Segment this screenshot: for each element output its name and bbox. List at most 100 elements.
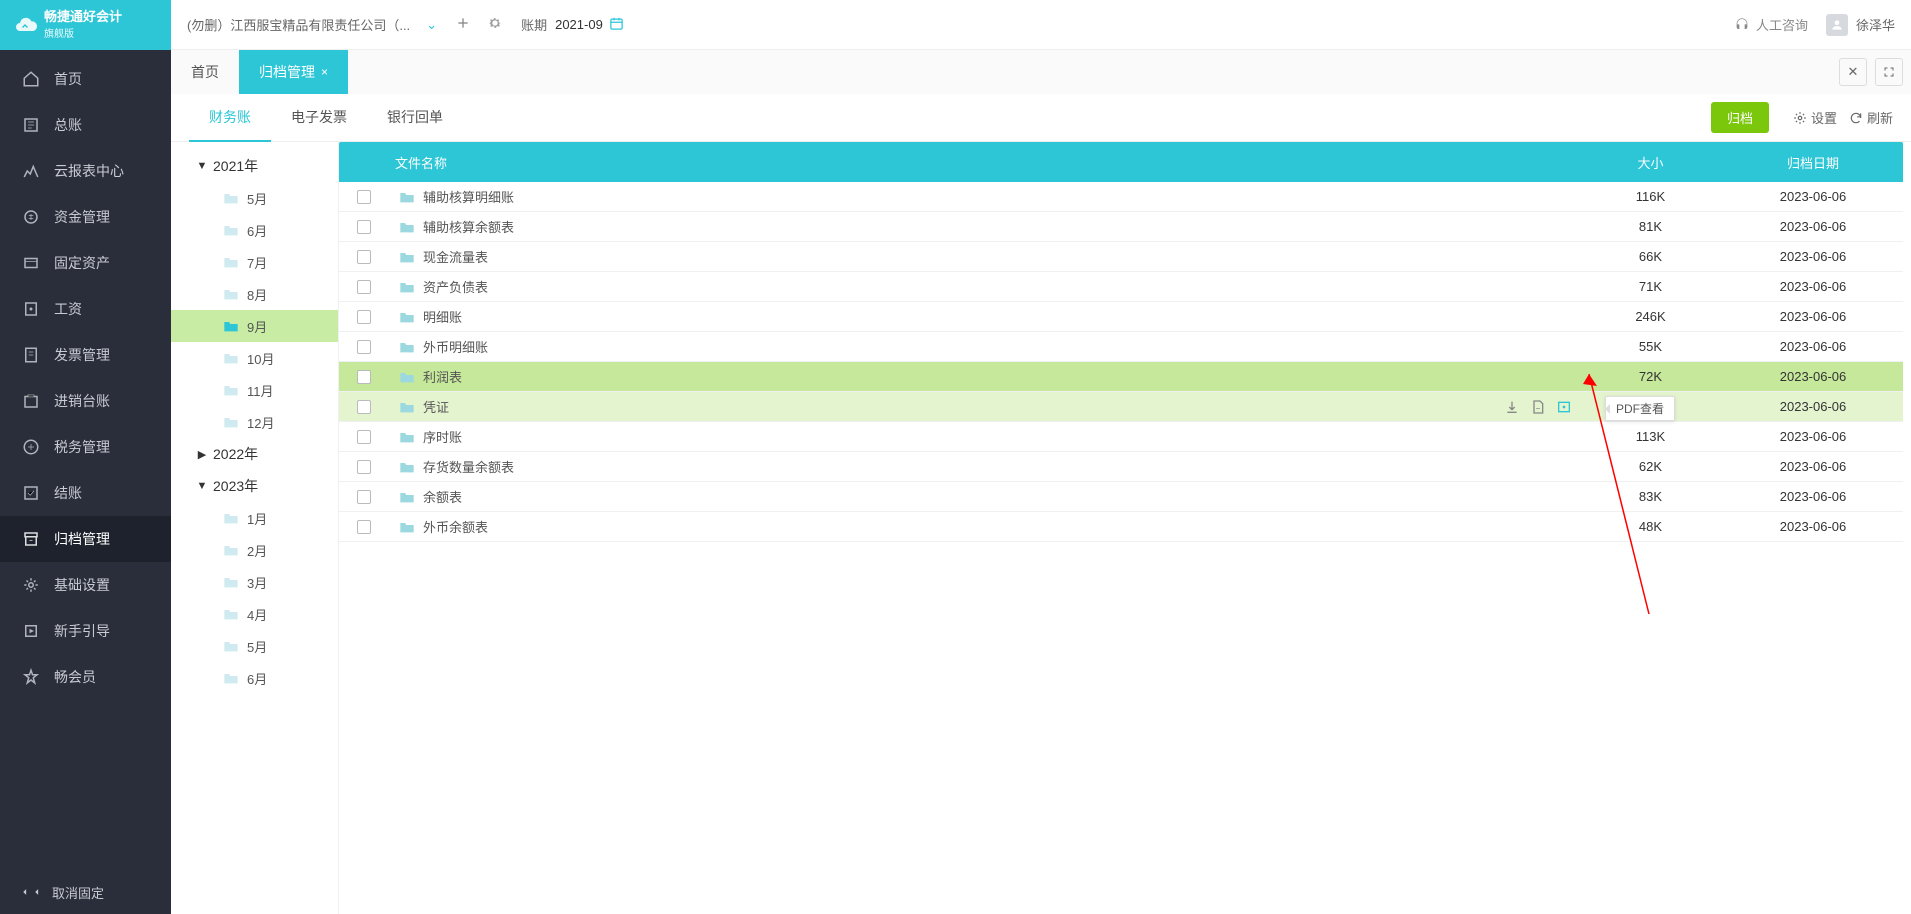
row-checkbox[interactable] (357, 310, 371, 324)
table-row[interactable]: 外币明细账55K2023-06-06 (339, 332, 1903, 362)
table-row[interactable]: 辅助核算明细账116K2023-06-06 (339, 182, 1903, 212)
gear-icon[interactable] (487, 15, 503, 34)
folder-icon (223, 511, 239, 525)
company-selector[interactable]: (勿删）江西服宝精品有限责任公司（... (187, 15, 410, 34)
tree-month[interactable]: 7月 (171, 246, 338, 278)
support-link[interactable]: 人工咨询 (1734, 15, 1808, 34)
view-icon[interactable] (1555, 398, 1573, 416)
row-checkbox[interactable] (357, 220, 371, 234)
row-checkbox[interactable] (357, 520, 371, 534)
member-icon (22, 668, 40, 686)
row-checkbox[interactable] (357, 370, 371, 384)
nav-item-home[interactable]: 首页 (0, 56, 171, 102)
nav-item-archive[interactable]: 归档管理 (0, 516, 171, 562)
table-row[interactable]: 辅助核算余额表81K2023-06-06 (339, 212, 1903, 242)
tree-month[interactable]: 5月 (171, 630, 338, 662)
sub-tab-bank[interactable]: 银行回单 (367, 94, 463, 142)
period-value[interactable]: 2021-09 (555, 17, 603, 32)
table-row[interactable]: 资产负债表71K2023-06-06 (339, 272, 1903, 302)
nav-item-salary[interactable]: 工资 (0, 286, 171, 332)
tree-year[interactable]: ▼2021年 (171, 150, 338, 182)
nav-item-cloud-report[interactable]: 云报表中心 (0, 148, 171, 194)
chevron-down-icon[interactable]: ⌄ (426, 17, 437, 33)
nav-item-settings[interactable]: 基础设置 (0, 562, 171, 608)
nav-label: 资金管理 (54, 207, 110, 227)
file-size: 48K (1578, 519, 1723, 534)
table-row[interactable]: 现金流量表66K2023-06-06 (339, 242, 1903, 272)
folder-icon (223, 671, 239, 685)
nav-item-member[interactable]: 畅会员 (0, 654, 171, 700)
tree-month[interactable]: 1月 (171, 502, 338, 534)
nav-label: 结账 (54, 483, 82, 503)
close-icon[interactable]: × (321, 65, 328, 79)
year-tree: ▼2021年5月6月7月8月9月10月11月12月▶2022年▼2023年1月2… (171, 142, 339, 914)
table-row[interactable]: 存货数量余额表62K2023-06-06 (339, 452, 1903, 482)
tree-month[interactable]: 6月 (171, 214, 338, 246)
nav-item-tax[interactable]: 税务管理 (0, 424, 171, 470)
tree-year[interactable]: ▶2022年 (171, 438, 338, 470)
tree-month[interactable]: 6月 (171, 662, 338, 694)
nav-item-asset[interactable]: 固定资产 (0, 240, 171, 286)
unpin-button[interactable]: 取消固定 (0, 870, 171, 914)
table-row[interactable]: 明细账246K2023-06-06 (339, 302, 1903, 332)
tree-month[interactable]: 10月 (171, 342, 338, 374)
row-checkbox[interactable] (357, 190, 371, 204)
caret-right-icon: ▶ (195, 448, 209, 461)
tree-month[interactable]: 8月 (171, 278, 338, 310)
nav-label: 发票管理 (54, 345, 110, 365)
pdf-icon[interactable] (1529, 398, 1547, 416)
brand-edition: 旗舰版 (44, 25, 122, 40)
table-row[interactable]: 利润表72K2023-06-06 (339, 362, 1903, 392)
table-row[interactable]: 余额表83K2023-06-06 (339, 482, 1903, 512)
month-label: 11月 (247, 381, 274, 400)
nav-item-fund[interactable]: 资金管理 (0, 194, 171, 240)
table-row[interactable]: 凭证53K2023-06-06PDF查看 (339, 392, 1903, 422)
sub-tab-einv[interactable]: 电子发票 (271, 94, 367, 142)
year-label: 2023年 (213, 476, 258, 496)
table-row[interactable]: 序时账113K2023-06-06 (339, 422, 1903, 452)
file-table: 文件名称 大小 归档日期 辅助核算明细账116K2023-06-06辅助核算余额… (339, 142, 1911, 914)
file-date: 2023-06-06 (1723, 489, 1903, 504)
page-tab-home[interactable]: 首页 (171, 50, 239, 94)
row-checkbox[interactable] (357, 490, 371, 504)
fullscreen-button[interactable] (1875, 58, 1903, 86)
asset-icon (22, 254, 40, 272)
row-checkbox[interactable] (357, 280, 371, 294)
archive-button[interactable]: 归档 (1711, 102, 1769, 133)
download-icon[interactable] (1503, 398, 1521, 416)
nav-item-guide[interactable]: 新手引导 (0, 608, 171, 654)
tree-year[interactable]: ▼2023年 (171, 470, 338, 502)
row-checkbox[interactable] (357, 400, 371, 414)
toolbar: 财务账电子发票银行回单 归档 设置 刷新 (171, 94, 1911, 142)
nav-item-closing[interactable]: 结账 (0, 470, 171, 516)
refresh-link[interactable]: 刷新 (1849, 108, 1893, 127)
tree-month[interactable]: 11月 (171, 374, 338, 406)
row-checkbox[interactable] (357, 250, 371, 264)
file-date: 2023-06-06 (1723, 339, 1903, 354)
file-size: 246K (1578, 309, 1723, 324)
row-checkbox[interactable] (357, 340, 371, 354)
folder-icon (399, 520, 415, 534)
tree-month[interactable]: 4月 (171, 598, 338, 630)
tree-month[interactable]: 3月 (171, 566, 338, 598)
nav-item-invoice[interactable]: 发票管理 (0, 332, 171, 378)
sub-tab-fin[interactable]: 财务账 (189, 94, 271, 142)
settings-link[interactable]: 设置 (1793, 108, 1837, 127)
row-checkbox[interactable] (357, 460, 371, 474)
refresh-label: 刷新 (1867, 108, 1893, 127)
tree-month[interactable]: 2月 (171, 534, 338, 566)
nav-item-ledger[interactable]: 总账 (0, 102, 171, 148)
user-menu[interactable]: 徐泽华 (1826, 14, 1895, 36)
table-row[interactable]: 外币余额表48K2023-06-06 (339, 512, 1903, 542)
calendar-icon[interactable] (609, 16, 624, 34)
close-button[interactable]: ✕ (1839, 58, 1867, 86)
page-tab-archive[interactable]: 归档管理 × (239, 50, 348, 94)
tab-label: 归档管理 (259, 62, 315, 82)
nav-item-purchase[interactable]: 进销台账 (0, 378, 171, 424)
tree-month[interactable]: 12月 (171, 406, 338, 438)
row-checkbox[interactable] (357, 430, 371, 444)
add-icon[interactable] (455, 15, 471, 34)
tree-month[interactable]: 5月 (171, 182, 338, 214)
tree-month[interactable]: 9月 (171, 310, 338, 342)
folder-icon (223, 415, 239, 429)
